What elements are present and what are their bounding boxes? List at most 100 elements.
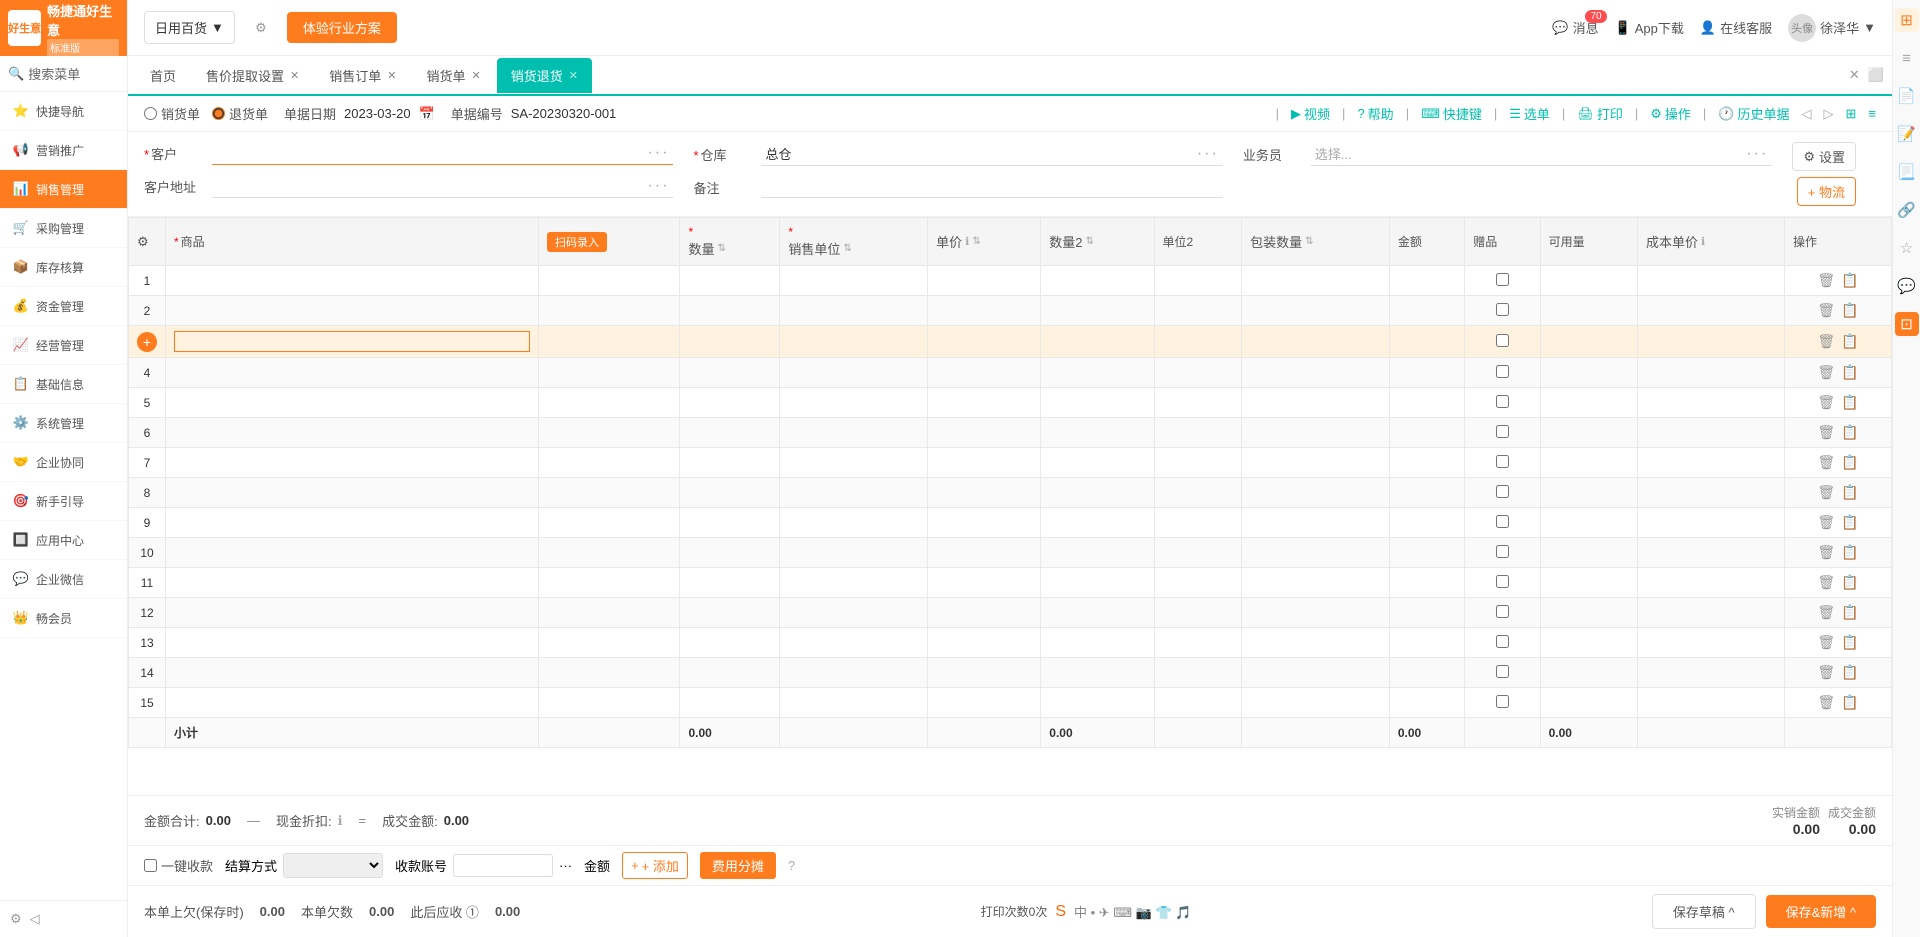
one-click-checkbox[interactable]	[144, 859, 157, 872]
cost-price-cell[interactable]	[1637, 296, 1784, 326]
maximize-icon[interactable]: ⬜	[1868, 67, 1884, 83]
unit-price-cell[interactable]	[928, 296, 1041, 326]
product-cell-active[interactable]	[166, 326, 539, 358]
copy-icon[interactable]: 📋	[1841, 484, 1858, 501]
copy-icon[interactable]: 📋	[1841, 574, 1858, 591]
salesperson-input[interactable]: 选择... ···	[1311, 142, 1772, 166]
sidebar-item-finance[interactable]: 💰 资金管理	[0, 287, 127, 326]
cost-price-cell[interactable]	[1637, 266, 1784, 296]
quantity2-cell[interactable]	[1041, 266, 1154, 296]
product-cell[interactable]	[166, 266, 539, 296]
tab-price-setting[interactable]: 售价提取设置 ✕	[192, 58, 313, 93]
sidebar-item-purchase[interactable]: 🛒 采购管理	[0, 209, 127, 248]
unit2-cell[interactable]	[1154, 266, 1242, 296]
sidebar-item-operation[interactable]: 📈 经营管理	[0, 326, 127, 365]
gift-cell[interactable]	[1465, 266, 1540, 296]
unit2-cell[interactable]	[1154, 296, 1242, 326]
copy-icon[interactable]: 📋	[1841, 604, 1858, 621]
gift-cell[interactable]	[1465, 326, 1540, 358]
sidebar-item-inventory[interactable]: 📦 库存核算	[0, 248, 127, 287]
minimize-icon[interactable]: ✕	[1849, 67, 1860, 83]
sidebar-item-shortcut[interactable]: ⭐ 快捷导航	[0, 92, 127, 131]
copy-icon[interactable]: 📋	[1841, 302, 1858, 319]
pack-qty-cell[interactable]	[1242, 296, 1390, 326]
tab-close-sales-order[interactable]: ✕	[387, 69, 396, 82]
right-icon-list-view[interactable]: ≡	[1895, 46, 1919, 70]
copy-icon[interactable]: 📋	[1841, 634, 1858, 651]
action-help[interactable]: ? 帮助	[1357, 104, 1393, 123]
sidebar-item-sales[interactable]: 📊 销售管理	[0, 170, 127, 209]
amount-cell[interactable]	[1389, 266, 1464, 296]
add-row-button[interactable]: +	[137, 332, 157, 352]
delete-icon[interactable]: 🗑	[1817, 694, 1835, 711]
copy-icon[interactable]: 📋	[1841, 664, 1858, 681]
sidebar-item-apps[interactable]: 🔲 应用中心	[0, 521, 127, 560]
right-icon-link[interactable]: 🔗	[1895, 198, 1919, 222]
copy-icon[interactable]: 📋	[1841, 272, 1858, 289]
delete-icon[interactable]: 🗑	[1817, 514, 1835, 531]
action-select[interactable]: ☰ 选单	[1509, 104, 1550, 123]
amount-cell[interactable]	[1389, 326, 1464, 358]
delete-icon[interactable]: 🗑	[1817, 484, 1835, 501]
tab-home[interactable]: 首页	[136, 58, 190, 93]
th-scan[interactable]: 扫码录入	[538, 218, 679, 266]
sidebar-item-basic[interactable]: 📋 基础信息	[0, 365, 127, 404]
view-list-icon[interactable]: ≡	[1868, 106, 1876, 121]
product-input[interactable]	[174, 331, 530, 352]
tab-sales-return[interactable]: 销货退货 ✕	[497, 58, 592, 93]
delete-icon[interactable]: 🗑	[1817, 333, 1835, 350]
sidebar-item-member[interactable]: 👑 畅会员	[0, 599, 127, 638]
quantity-cell[interactable]	[680, 296, 780, 326]
copy-icon[interactable]: 📋	[1841, 333, 1858, 350]
sales-unit-cell[interactable]	[780, 266, 928, 296]
tab-close-sales-return[interactable]: ✕	[569, 69, 578, 82]
delete-icon[interactable]: 🗑	[1817, 604, 1835, 621]
radio-return-input[interactable]	[212, 107, 225, 120]
right-icon-doc1[interactable]: 📄	[1895, 84, 1919, 108]
copy-icon[interactable]: 📋	[1841, 694, 1858, 711]
address-input[interactable]: ···	[212, 175, 673, 198]
quantity-cell[interactable]	[680, 266, 780, 296]
product-cell[interactable]	[166, 296, 539, 326]
split-expenses-button[interactable]: 费用分摊	[700, 852, 776, 879]
add-logistics-button[interactable]: + 物流	[1797, 177, 1856, 206]
quantity-cell[interactable]	[680, 326, 780, 358]
tab-sales-order[interactable]: 销售订单 ✕	[315, 58, 410, 93]
header-gear-button[interactable]: ⚙	[247, 14, 275, 42]
copy-icon[interactable]: 📋	[1841, 394, 1858, 411]
tab-close-price-setting[interactable]: ✕	[290, 69, 299, 82]
delete-icon[interactable]: 🗑	[1817, 394, 1835, 411]
copy-icon[interactable]: 📋	[1841, 364, 1858, 381]
delete-icon[interactable]: 🗑	[1817, 574, 1835, 591]
right-icon-doc2[interactable]: 📝	[1895, 122, 1919, 146]
right-icon-star[interactable]: ☆	[1895, 236, 1919, 260]
delete-icon[interactable]: 🗑	[1817, 634, 1835, 651]
action-shortcut[interactable]: ⌨ 快捷键	[1421, 104, 1482, 123]
discount-info-icon[interactable]: ℹ	[338, 813, 343, 829]
online-service-button[interactable]: 👤 在线客服	[1700, 18, 1772, 37]
pack-qty-cell[interactable]	[1242, 266, 1390, 296]
action-operate[interactable]: ⚙ 操作	[1650, 104, 1691, 123]
collapse-icon[interactable]: ◁	[30, 911, 40, 927]
settings-icon[interactable]: ⚙	[10, 911, 22, 927]
delete-icon[interactable]: 🗑	[1817, 544, 1835, 561]
th-settings[interactable]: ⚙	[129, 218, 166, 266]
available-cell[interactable]	[1540, 296, 1637, 326]
history-nav-left[interactable]: ◁	[1802, 106, 1812, 122]
unit2-cell[interactable]	[1154, 326, 1242, 358]
delete-icon[interactable]: 🗑	[1817, 454, 1835, 471]
delete-icon[interactable]: 🗑	[1817, 424, 1835, 441]
tab-sales[interactable]: 销货单 ✕	[412, 58, 494, 93]
radio-sales-input[interactable]	[144, 107, 157, 120]
settlement-select[interactable]	[283, 853, 383, 878]
right-icon-doc3[interactable]: 📃	[1895, 160, 1919, 184]
amount-cell[interactable]	[1389, 296, 1464, 326]
customer-input[interactable]: ···	[212, 142, 673, 165]
available-cell[interactable]	[1540, 266, 1637, 296]
experience-button[interactable]: 体验行业方案	[287, 12, 397, 43]
pack-qty-cell[interactable]	[1242, 326, 1390, 358]
one-click-payment[interactable]: 一键收款	[144, 856, 213, 875]
gift-checkbox[interactable]	[1496, 273, 1509, 286]
cost-price-cell[interactable]	[1637, 326, 1784, 358]
quantity2-cell[interactable]	[1041, 296, 1154, 326]
